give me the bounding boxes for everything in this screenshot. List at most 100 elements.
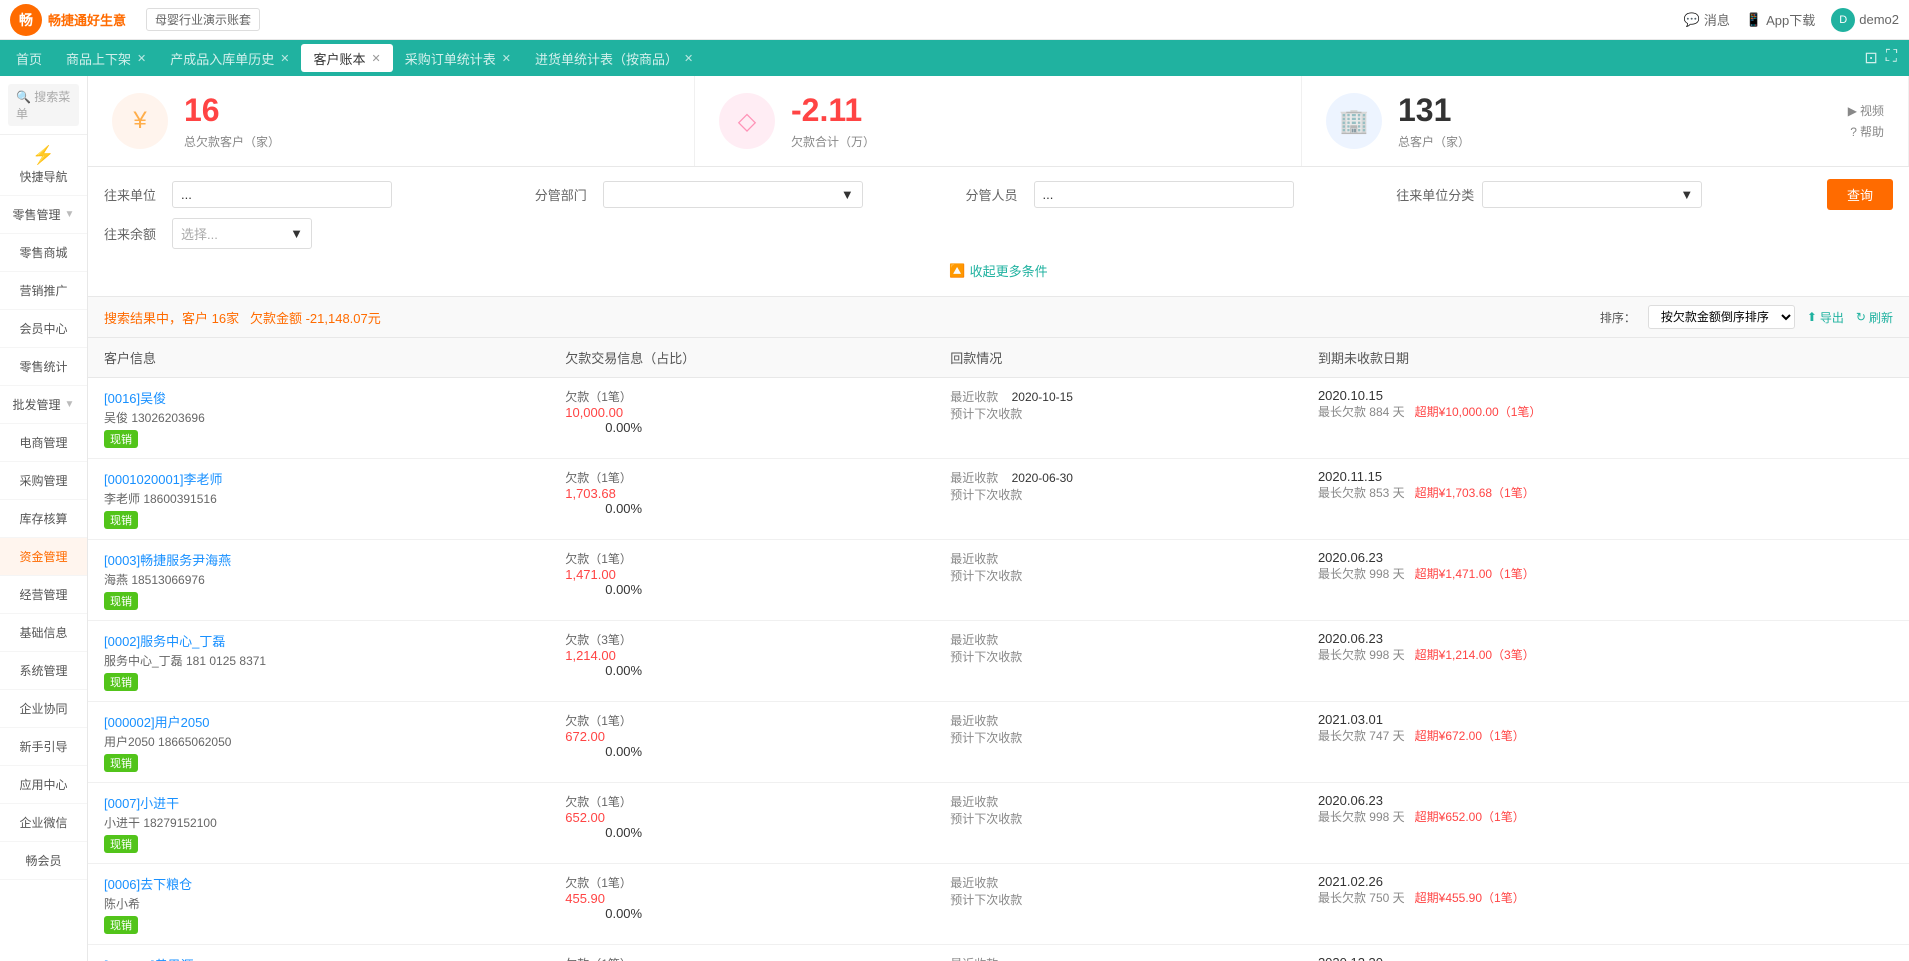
filter-input-source-unit[interactable]: ...: [172, 181, 392, 208]
table-area: 搜索结果中，客户 16家 欠款金额 -21,148.07元 排序： 按欠款金额倒…: [88, 297, 1909, 961]
next-collect-2: 预计下次收款: [950, 567, 1286, 584]
tab-inbound-stats[interactable]: 进货单统计表（按商品） ✕: [523, 44, 705, 72]
tab-product-offline[interactable]: 商品上下架 ✕: [54, 44, 158, 72]
filter-input-balance[interactable]: 选择... ▼: [172, 218, 312, 249]
overdue-link-3[interactable]: 超期¥1,214.00（3笔）: [1415, 648, 1535, 662]
customer-name-3[interactable]: [0002]服务中心_丁磊: [104, 631, 533, 650]
sidebar-item-inventory[interactable]: 库存核算: [0, 500, 87, 538]
sidebar-item-marketing[interactable]: 营销推广: [0, 272, 87, 310]
tab-product-history[interactable]: 产成品入库单历史 ✕: [158, 44, 301, 72]
sidebar-item-newbie[interactable]: 新手引导: [0, 728, 87, 766]
tab-customer-account-label: 客户账本: [313, 49, 365, 68]
overdue-link-2[interactable]: 超期¥1,471.00（1笔）: [1415, 567, 1535, 581]
amount-value: -21,148.07元: [306, 311, 381, 326]
cell-due-date-2: 2020.06.23 最长欠款 998 天 超期¥1,471.00（1笔）: [1302, 540, 1909, 621]
cell-due-date-7: 2020.12.30 最长欠款 808 天 超期¥429.00（1笔）: [1302, 945, 1909, 961]
tab-home[interactable]: 首页: [4, 44, 54, 72]
tab-product-offline-close[interactable]: ✕: [137, 52, 146, 65]
table-row: [0016]吴俊 吴俊 13026203696 现销 欠款（1笔） 10,000…: [88, 378, 1909, 459]
sidebar-item-batch-mgmt[interactable]: 批发管理 ▼: [0, 386, 87, 424]
sidebar-item-retail-mall[interactable]: 零售商城: [0, 234, 87, 272]
app-name[interactable]: 母婴行业演示账套: [146, 8, 260, 31]
sidebar-item-member-plus[interactable]: 畅会员: [0, 842, 87, 880]
user-avatar[interactable]: D demo2: [1831, 8, 1899, 32]
cell-recovery-2: 最近收款 预计下次收款: [934, 540, 1302, 621]
sidebar-item-system-mgmt[interactable]: 系统管理: [0, 652, 87, 690]
search-menu[interactable]: 🔍 搜索菜单: [8, 84, 79, 126]
sidebar-item-operations[interactable]: 经营管理: [0, 576, 87, 614]
recent-label-6: 最近收款: [950, 874, 1286, 891]
sort-select[interactable]: 按欠款金额倒序排序: [1648, 305, 1795, 329]
cell-overdue-info-3: 欠款（3笔） 1,214.00 0.00%: [549, 621, 934, 702]
filter-input-dept[interactable]: ▼: [603, 181, 863, 208]
filter-collapse-btn[interactable]: 🔼 收起更多条件: [104, 257, 1893, 284]
customer-name-2[interactable]: [0003]畅捷服务尹海燕: [104, 550, 533, 569]
customer-name-5[interactable]: [0007]小进干: [104, 793, 533, 812]
tab-more-icon[interactable]: ⊡: [1864, 48, 1877, 68]
message-btn[interactable]: 💬 消息: [1684, 10, 1730, 29]
customer-phone-6: 陈小希: [104, 895, 533, 912]
tab-product-history-close[interactable]: ✕: [280, 52, 289, 65]
tab-customer-account-close[interactable]: ✕: [372, 52, 381, 65]
overdue-percent-1: 0.00%: [605, 501, 642, 516]
sidebar-item-member-center[interactable]: 会员中心: [0, 310, 87, 348]
quick-nav-label: 快捷导航: [19, 170, 67, 184]
customer-name-7[interactable]: [000001]黄思源: [104, 955, 533, 961]
sidebar-item-app-center[interactable]: 应用中心: [0, 766, 87, 804]
member-plus-label: 畅会员: [25, 854, 61, 868]
tab-purchase-order[interactable]: 采购订单统计表 ✕: [393, 44, 523, 72]
customer-name-4[interactable]: [000002]用户2050: [104, 712, 533, 731]
query-button[interactable]: 查询: [1827, 179, 1893, 210]
due-date-4: 2021.03.01: [1318, 712, 1893, 727]
newbie-label: 新手引导: [19, 740, 67, 754]
enterprise-wx-label: 企业微信: [19, 816, 67, 830]
overdue-link-4[interactable]: 超期¥672.00（1笔）: [1415, 729, 1525, 743]
sidebar-item-finance[interactable]: 资金管理: [0, 538, 87, 576]
overdue-label-2: 欠款（1笔）: [565, 550, 918, 567]
app-download-btn[interactable]: 📱 App下载: [1746, 10, 1815, 29]
tab-fullscreen-icon[interactable]: ⛶: [1886, 48, 1897, 68]
overdue-link-5[interactable]: 超期¥652.00（1笔）: [1415, 810, 1525, 824]
due-date-5: 2020.06.23: [1318, 793, 1893, 808]
sidebar-item-basic-info[interactable]: 基础信息: [0, 614, 87, 652]
refresh-label: 刷新: [1869, 309, 1893, 326]
overdue-link-1[interactable]: 超期¥1,703.68（1笔）: [1415, 486, 1535, 500]
sidebar-item-quick-nav[interactable]: ⚡ 快捷导航: [0, 135, 87, 196]
cell-due-date-0: 2020.10.15 最长欠款 884 天 超期¥10,000.00（1笔）: [1302, 378, 1909, 459]
filter-row-1: 往来单位 ... 分管部门 ▼ 分管人员: [104, 179, 1893, 210]
tab-inbound-stats-close[interactable]: ✕: [684, 52, 693, 65]
sidebar-item-retail-mgmt[interactable]: 零售管理 ▼: [0, 196, 87, 234]
sidebar-item-ecommerce[interactable]: 电商管理: [0, 424, 87, 462]
result-info: 搜索结果中，客户 16家 欠款金额 -21,148.07元: [104, 308, 381, 327]
sidebar-item-retail-stats[interactable]: 零售统计: [0, 348, 87, 386]
recent-label-7: 最近收款: [950, 955, 1286, 961]
overdue-link-0[interactable]: 超期¥10,000.00（1笔）: [1415, 405, 1542, 419]
filter-input-unit-category[interactable]: ▼: [1482, 181, 1702, 208]
refresh-btn[interactable]: ↻ 刷新: [1856, 309, 1893, 326]
sidebar-item-purchase-mgmt[interactable]: 采购管理: [0, 462, 87, 500]
sidebar-item-enterprise[interactable]: 企业协同: [0, 690, 87, 728]
customer-name-1[interactable]: [0001020001]李老师: [104, 469, 533, 488]
help-btn[interactable]: ? 帮助: [1850, 123, 1884, 140]
sidebar-item-enterprise-wx[interactable]: 企业微信: [0, 804, 87, 842]
export-btn[interactable]: ⬆ 导出: [1807, 309, 1844, 326]
main-wrapper: 🔍 搜索菜单 ⚡ 快捷导航 零售管理 ▼ 零售商城 营销推广 会员中心 零售统计: [0, 76, 1909, 961]
cell-overdue-info-7: 欠款（1笔） 429.00 0.00%: [549, 945, 934, 961]
overdue-link-6[interactable]: 超期¥455.90（1笔）: [1415, 891, 1525, 905]
member-center-label: 会员中心: [19, 322, 67, 336]
manager-dots: ...: [1043, 187, 1054, 202]
due-date-0: 2020.10.15: [1318, 388, 1893, 403]
customer-name-0[interactable]: [0016]吴俊: [104, 388, 533, 407]
overdue-label-5: 欠款（1笔）: [565, 793, 918, 810]
filter-input-manager[interactable]: ...: [1034, 181, 1294, 208]
col-due-date: 到期未收款日期: [1302, 338, 1909, 378]
system-mgmt-label: 系统管理: [19, 664, 67, 678]
tab-customer-account[interactable]: 客户账本 ✕: [301, 44, 392, 72]
stat-label-overdue-amount: 欠款合计（万）: [791, 133, 875, 150]
cell-customer-info-0: [0016]吴俊 吴俊 13026203696 现销: [88, 378, 549, 459]
customer-name-6[interactable]: [0006]去下粮仓: [104, 874, 533, 893]
tab-purchase-order-close[interactable]: ✕: [502, 52, 511, 65]
export-label: 导出: [1820, 309, 1844, 326]
cell-due-date-4: 2021.03.01 最长欠款 747 天 超期¥672.00（1笔）: [1302, 702, 1909, 783]
video-btn[interactable]: ▶ 视频: [1848, 102, 1884, 119]
